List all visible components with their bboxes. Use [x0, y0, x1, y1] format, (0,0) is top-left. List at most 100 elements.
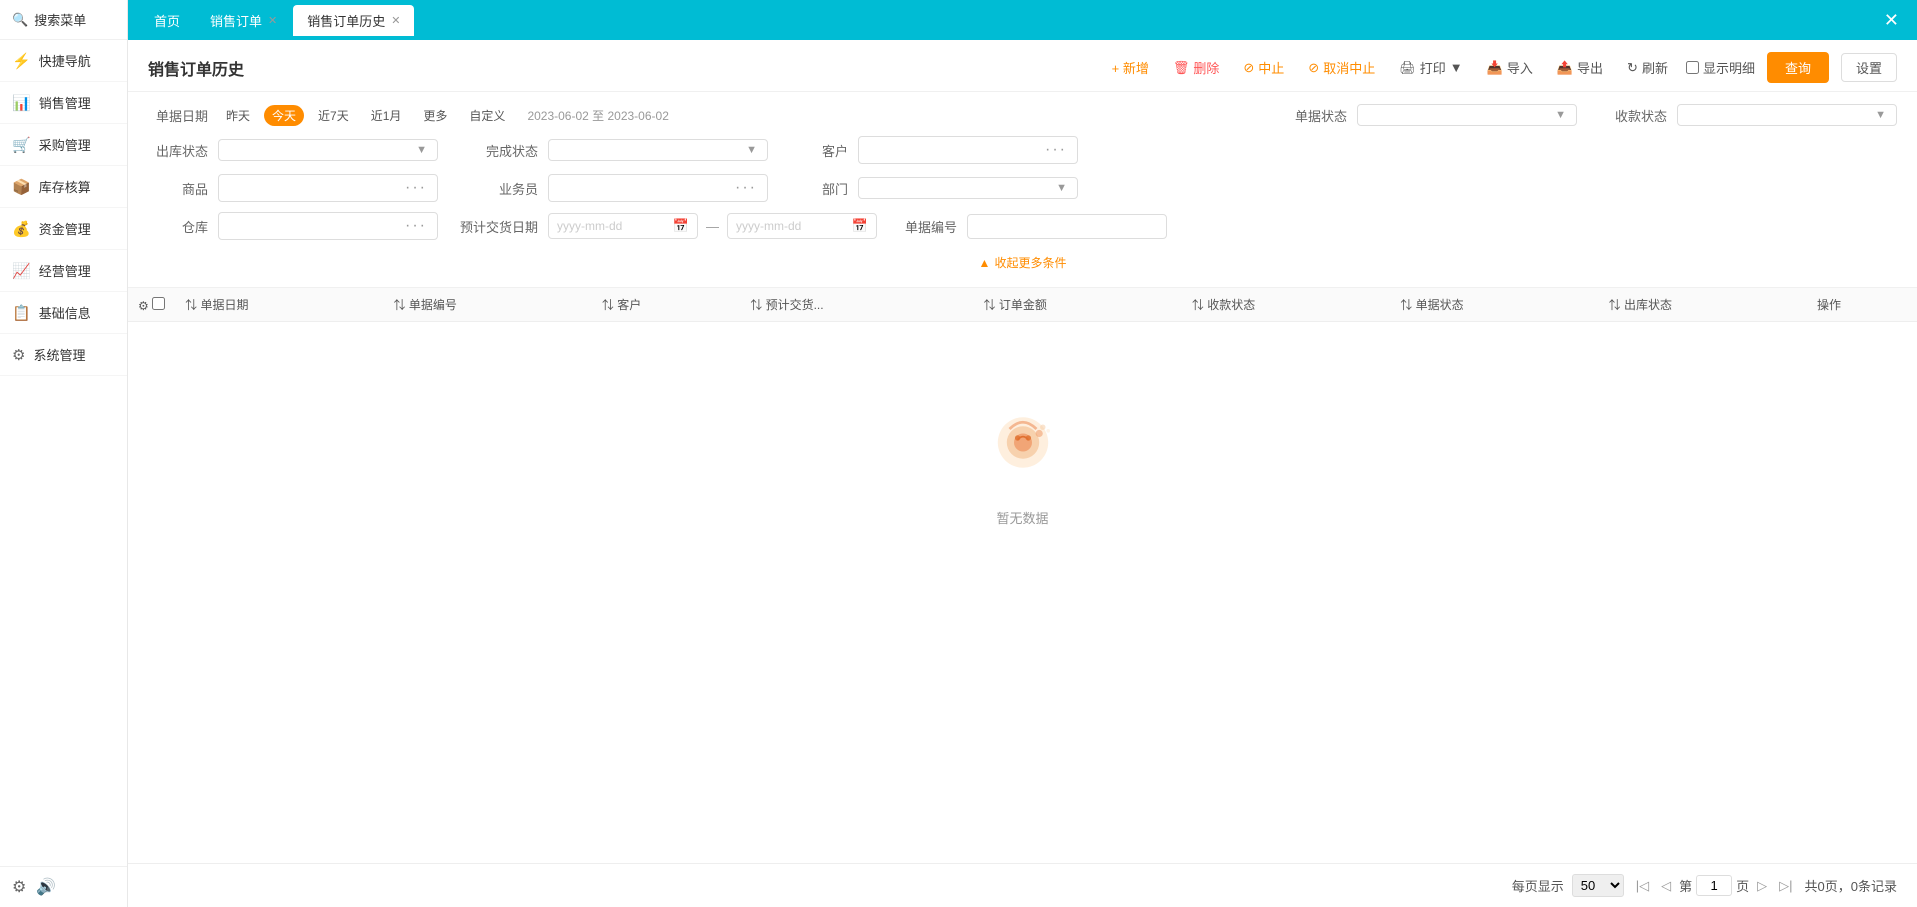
col-order-status[interactable]: ⇅ 单据状态	[1390, 288, 1598, 322]
sidebar-sys-mgmt-label: 系统管理	[33, 345, 85, 364]
sidebar-basic-info-icon: 📋	[12, 304, 31, 322]
shortcut-7days[interactable]: 近7天	[310, 105, 357, 126]
delete-icon: 🗑	[1173, 60, 1190, 76]
import-button[interactable]: 📥 导入	[1481, 54, 1539, 81]
tab-sales-order-label: 销售订单	[210, 11, 262, 30]
tab-sales-order[interactable]: 销售订单 ✕	[196, 5, 291, 36]
goods-select[interactable]: ···	[218, 174, 438, 202]
last-page-button[interactable]: ▷|	[1775, 876, 1796, 896]
query-button[interactable]: 查询	[1767, 52, 1829, 83]
col-out-status[interactable]: ⇅ 出库状态	[1599, 288, 1807, 322]
sidebar: 🔍 搜索菜单 ⚡快捷导航📊销售管理🛒采购管理📦库存核算💰资金管理📈经营管理 📋 基础…	[0, 0, 128, 907]
sidebar-sales-mgmt-icon: 📊	[12, 94, 31, 112]
out-status-filter: ▼	[218, 139, 438, 161]
complete-status-select[interactable]: ▼	[548, 139, 768, 161]
tab-home-label: 首页	[154, 11, 180, 30]
select-all-checkbox[interactable]	[152, 297, 165, 310]
sidebar-item-finance[interactable]: 💰资金管理	[0, 208, 127, 250]
sidebar-inventory-icon: 📦	[12, 178, 31, 196]
tab-home[interactable]: 首页	[140, 5, 194, 36]
sidebar-item-purchase-mgmt[interactable]: 🛒采购管理	[0, 124, 127, 166]
sidebar-item-inventory[interactable]: 📦库存核算	[0, 166, 127, 208]
delivery-date-start[interactable]: yyyy-mm-dd 📅	[548, 213, 698, 239]
order-number-label: 单据编号	[897, 217, 967, 236]
goods-dots: ···	[405, 179, 427, 197]
salesperson-select[interactable]: ···	[548, 174, 768, 202]
sidebar-item-basic-info[interactable]: 📋 基础信息	[0, 292, 127, 334]
tab-sales-order-history[interactable]: 销售订单历史 ✕	[293, 5, 414, 36]
date-filter: 昨天 今天 近7天 近1月 更多 自定义 2023-06-02 至 2023-0…	[218, 105, 1277, 126]
page-input[interactable]	[1696, 875, 1732, 896]
shortcut-more[interactable]: 更多	[415, 105, 455, 126]
sidebar-item-sys-mgmt[interactable]: ⚙系统管理	[0, 334, 127, 376]
sidebar-basic-info-label: 基础信息	[39, 303, 91, 322]
page-unit-label: 页	[1736, 876, 1749, 895]
prev-page-button[interactable]: ◁	[1657, 876, 1675, 896]
delivery-end-calendar-icon: 📅	[852, 218, 868, 234]
print-button[interactable]: 🖨 打印 ▼	[1393, 54, 1468, 81]
shortcut-1month[interactable]: 近1月	[363, 105, 410, 126]
payment-status-select[interactable]: ▼	[1677, 104, 1897, 126]
sidebar-item-operation[interactable]: 📈经营管理	[0, 250, 127, 292]
table-header-row: ⚙ ⇅ 单据日期 ⇅ 单据编号 ⇅ 客户	[128, 288, 1917, 322]
order-number-input[interactable]	[967, 214, 1167, 239]
settings-icon[interactable]: ⚙	[12, 877, 26, 897]
sidebar-finance-icon: 💰	[12, 220, 31, 238]
cancel-stop-button[interactable]: ⊘ 取消中止	[1302, 54, 1381, 81]
delivery-date-filter: yyyy-mm-dd 📅 — yyyy-mm-dd 📅	[548, 213, 877, 239]
cancel-icon: ⊘	[1308, 60, 1319, 76]
col-customer[interactable]: ⇅ 客户	[592, 288, 740, 322]
per-page-select[interactable]: 50 20 100	[1572, 874, 1624, 897]
date-shortcuts: 昨天 今天 近7天 近1月 更多 自定义 2023-06-02 至 2023-0…	[218, 105, 669, 126]
col-delivery[interactable]: ⇅ 预计交货...	[740, 288, 973, 322]
sidebar-search-label: 搜索菜单	[34, 10, 86, 29]
table-area: ⚙ ⇅ 单据日期 ⇅ 单据编号 ⇅ 客户	[128, 288, 1917, 863]
sidebar-item-sales-mgmt[interactable]: 📊销售管理	[0, 82, 127, 124]
shortcut-yesterday[interactable]: 昨天	[218, 105, 258, 126]
export-button[interactable]: 📤 导出	[1551, 54, 1609, 81]
refresh-icon: ↻	[1627, 60, 1638, 76]
import-button-label: 导入	[1507, 58, 1533, 77]
refresh-button[interactable]: ↻ 刷新	[1621, 54, 1674, 81]
setting-button[interactable]: 设置	[1841, 53, 1897, 82]
customer-select[interactable]: ···	[858, 136, 1078, 164]
salesperson-dots: ···	[735, 179, 757, 197]
order-status-select[interactable]: ▼	[1357, 104, 1577, 126]
stop-button[interactable]: ⊘ 中止	[1237, 54, 1290, 81]
display-detail-checkbox[interactable]: 显示明细	[1686, 58, 1755, 77]
tab-sales-order-close[interactable]: ✕	[268, 14, 277, 27]
col-payment-status[interactable]: ⇅ 收款状态	[1182, 288, 1390, 322]
next-page-button[interactable]: ▷	[1753, 876, 1771, 896]
sidebar-search[interactable]: 🔍 搜索菜单	[0, 0, 127, 40]
col-number[interactable]: ⇅ 单据编号	[383, 288, 591, 322]
goods-label: 商品	[148, 179, 218, 198]
out-status-select[interactable]: ▼	[218, 139, 438, 161]
first-page-button[interactable]: |◁	[1632, 876, 1653, 896]
main-area: 首页 销售订单 ✕ 销售订单历史 ✕ ✕ 销售订单历史 + 新增 🗑 删除	[128, 0, 1917, 907]
display-detail-check[interactable]	[1686, 61, 1699, 74]
delete-button[interactable]: 🗑 删除	[1167, 54, 1226, 81]
shortcut-custom[interactable]: 自定义	[461, 105, 513, 126]
date-label: 单据日期	[148, 106, 218, 125]
topbar-close-button[interactable]: ✕	[1878, 10, 1905, 31]
warehouse-select[interactable]: ···	[218, 212, 438, 240]
volume-icon[interactable]: 🔊	[36, 877, 56, 897]
collapse-button[interactable]: ▲ 收起更多条件	[148, 250, 1897, 275]
col-operation: 操作	[1807, 288, 1917, 322]
collapse-label: 收起更多条件	[994, 254, 1066, 271]
empty-illustration	[978, 402, 1068, 492]
col-amount[interactable]: ⇅ 订单金额	[974, 288, 1182, 322]
sidebar-item-quick-nav[interactable]: ⚡快捷导航	[0, 40, 127, 82]
payment-status-filter: ▼	[1677, 104, 1897, 126]
shortcut-today[interactable]: 今天	[264, 105, 304, 126]
warehouse-label: 仓库	[148, 217, 218, 236]
new-button[interactable]: + 新增	[1106, 54, 1155, 81]
col-date[interactable]: ⇅ 单据日期	[175, 288, 383, 322]
tab-sales-order-history-close[interactable]: ✕	[391, 14, 400, 27]
export-icon: 📤	[1557, 60, 1573, 76]
empty-state: 暂无数据	[128, 322, 1917, 607]
gear-settings-icon[interactable]: ⚙	[138, 299, 149, 313]
delivery-date-end[interactable]: yyyy-mm-dd 📅	[727, 213, 877, 239]
complete-status-label: 完成状态	[468, 141, 548, 160]
dept-select[interactable]: ▼	[858, 177, 1078, 199]
